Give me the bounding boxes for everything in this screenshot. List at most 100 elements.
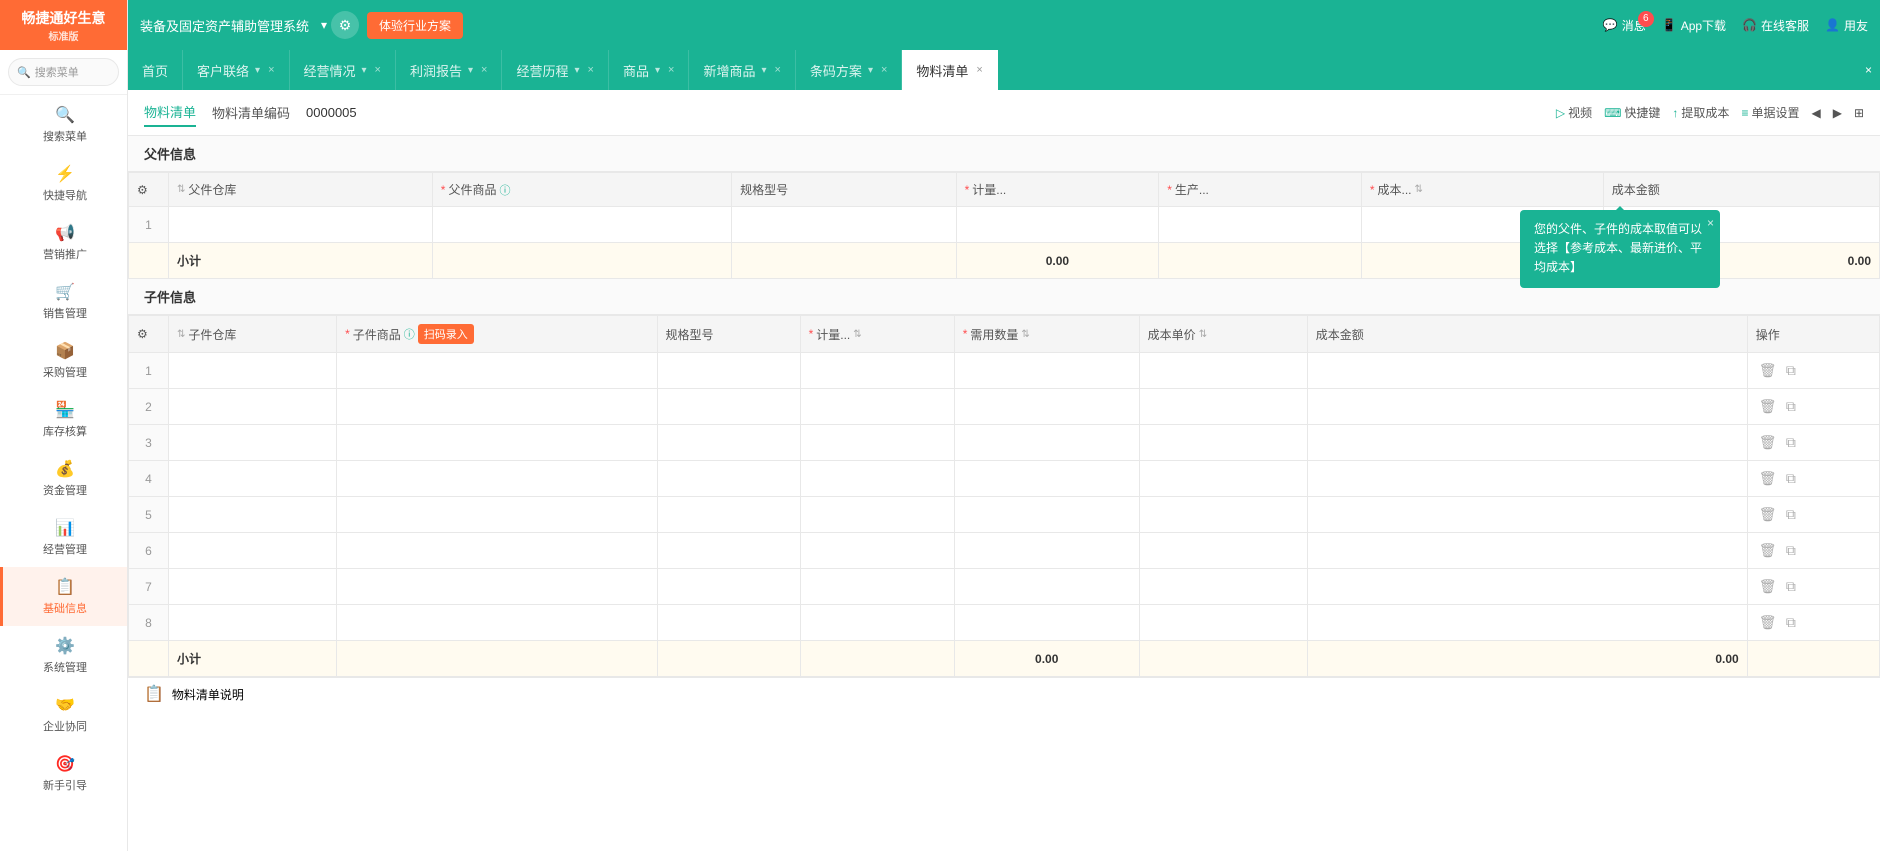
child-row-unit[interactable] [800, 389, 954, 425]
child-row-warehouse[interactable] [169, 605, 337, 641]
child-row-spec[interactable] [657, 353, 800, 389]
child-row-cost-amount[interactable] [1307, 569, 1747, 605]
sidebar-item-operation[interactable]: 📊经营管理 [0, 508, 127, 567]
sidebar-item-basic-info[interactable]: 📋基础信息 [0, 567, 127, 626]
child-row-warehouse[interactable] [169, 497, 337, 533]
delete-row-button[interactable]: 🗑 [1756, 578, 1780, 595]
child-row-unit[interactable] [800, 605, 954, 641]
tab-bom[interactable]: 物料清单 × [902, 50, 997, 90]
child-row-cost-amount[interactable] [1307, 425, 1747, 461]
child-row-product[interactable] [337, 533, 657, 569]
delete-row-button[interactable]: 🗑 [1756, 542, 1780, 559]
sidebar-item-marketing[interactable]: 📢营销推广 [0, 213, 127, 272]
child-row-product[interactable] [337, 353, 657, 389]
sidebar-item-enterprise[interactable]: 🤝企业协同 [0, 685, 127, 744]
child-row-cost-amount[interactable] [1307, 605, 1747, 641]
shortcut-button[interactable]: ⌨ 快捷键 [1604, 104, 1660, 121]
parent-row-unit[interactable] [956, 207, 1159, 243]
child-row-spec[interactable] [657, 497, 800, 533]
child-row-product[interactable] [337, 497, 657, 533]
nav-left-arrow[interactable]: ◀ [1811, 106, 1820, 120]
parent-row-produce[interactable] [1159, 207, 1362, 243]
sidebar-item-inventory[interactable]: 🏪库存核算 [0, 390, 127, 449]
single-settings-button[interactable]: ≡ 单据设置 [1741, 104, 1799, 121]
tab-home[interactable]: 首页 [128, 50, 183, 90]
close-icon[interactable]: × [774, 64, 780, 76]
app-download-button[interactable]: 📱 App下载 [1662, 17, 1726, 34]
child-row-unit[interactable] [800, 353, 954, 389]
video-button[interactable]: ▷ 视频 [1556, 104, 1592, 121]
child-row-spec[interactable] [657, 425, 800, 461]
child-row-unit-cost[interactable] [1139, 605, 1307, 641]
child-row-product[interactable] [337, 461, 657, 497]
sidebar-item-guide[interactable]: 🎯新手引导 [0, 744, 127, 803]
close-icon[interactable]: × [976, 64, 982, 76]
tab-new-goods[interactable]: 新增商品 ▾ × [689, 50, 795, 90]
copy-row-button[interactable]: ⧉ [1783, 506, 1799, 523]
close-icon[interactable]: × [668, 64, 674, 76]
child-row-qty[interactable] [954, 461, 1139, 497]
close-all-tabs-icon[interactable]: × [1857, 63, 1880, 77]
sub-tab-bom-list[interactable]: 物料清单 [144, 98, 196, 127]
tab-profit[interactable]: 利润报告 ▾ × [396, 50, 502, 90]
delete-row-button[interactable]: 🗑 [1756, 362, 1780, 379]
child-row-qty[interactable] [954, 533, 1139, 569]
child-row-spec[interactable] [657, 389, 800, 425]
copy-row-button[interactable]: ⧉ [1783, 470, 1799, 487]
parent-row-spec[interactable] [732, 207, 956, 243]
child-row-warehouse[interactable] [169, 569, 337, 605]
child-row-unit-cost[interactable] [1139, 389, 1307, 425]
child-row-warehouse[interactable] [169, 389, 337, 425]
user-button[interactable]: 👤 用友 [1825, 17, 1868, 34]
child-row-qty[interactable] [954, 569, 1139, 605]
nav-right-arrow[interactable]: ▶ [1833, 106, 1842, 120]
delete-row-button[interactable]: 🗑 [1756, 434, 1780, 451]
trial-industry-button[interactable]: 体验行业方案 [367, 12, 463, 39]
sidebar-item-finance[interactable]: 💰资金管理 [0, 449, 127, 508]
parent-row-product[interactable] [432, 207, 731, 243]
delete-row-button[interactable]: 🗑 [1756, 506, 1780, 523]
child-row-unit-cost[interactable] [1139, 533, 1307, 569]
child-row-unit-cost[interactable] [1139, 353, 1307, 389]
child-row-warehouse[interactable] [169, 425, 337, 461]
child-row-product[interactable] [337, 605, 657, 641]
child-row-qty[interactable] [954, 497, 1139, 533]
close-icon[interactable]: × [588, 64, 594, 76]
child-row-unit[interactable] [800, 425, 954, 461]
search-menu-button[interactable]: 🔍 搜索菜单 [8, 58, 119, 86]
sidebar-item-quick-nav[interactable]: ⚡快捷导航 [0, 154, 127, 213]
delete-row-button[interactable]: 🗑 [1756, 398, 1780, 415]
close-icon[interactable]: × [375, 64, 381, 76]
child-row-unit[interactable] [800, 497, 954, 533]
child-col-settings[interactable]: ⚙ [129, 316, 169, 353]
child-row-product[interactable] [337, 389, 657, 425]
copy-row-button[interactable]: ⧉ [1783, 362, 1799, 379]
child-row-qty[interactable] [954, 389, 1139, 425]
child-row-spec[interactable] [657, 461, 800, 497]
child-row-cost-amount[interactable] [1307, 461, 1747, 497]
child-row-spec[interactable] [657, 533, 800, 569]
child-row-unit[interactable] [800, 569, 954, 605]
tooltip-close-button[interactable]: × [1707, 214, 1714, 233]
scan-input-button[interactable]: 扫码录入 [418, 324, 474, 344]
sidebar-item-system[interactable]: ⚙️系统管理 [0, 626, 127, 685]
child-row-cost-amount[interactable] [1307, 497, 1747, 533]
parent-row-warehouse[interactable] [169, 207, 433, 243]
child-row-qty[interactable] [954, 605, 1139, 641]
parent-col-settings[interactable]: ⚙ [129, 173, 169, 207]
online-service-button[interactable]: 🎧 在线客服 [1742, 17, 1809, 34]
child-row-unit-cost[interactable] [1139, 569, 1307, 605]
child-row-spec[interactable] [657, 569, 800, 605]
close-icon[interactable]: × [481, 64, 487, 76]
child-row-warehouse[interactable] [169, 533, 337, 569]
copy-row-button[interactable]: ⧉ [1783, 398, 1799, 415]
tab-barcode[interactable]: 条码方案 ▾ × [796, 50, 902, 90]
child-row-cost-amount[interactable] [1307, 353, 1747, 389]
child-row-unit-cost[interactable] [1139, 461, 1307, 497]
child-row-warehouse[interactable] [169, 353, 337, 389]
copy-row-button[interactable]: ⧉ [1783, 542, 1799, 559]
copy-row-button[interactable]: ⧉ [1783, 434, 1799, 451]
child-row-unit[interactable] [800, 533, 954, 569]
extract-cost-button[interactable]: ↑ 提取成本 [1672, 104, 1729, 121]
child-row-product[interactable] [337, 569, 657, 605]
